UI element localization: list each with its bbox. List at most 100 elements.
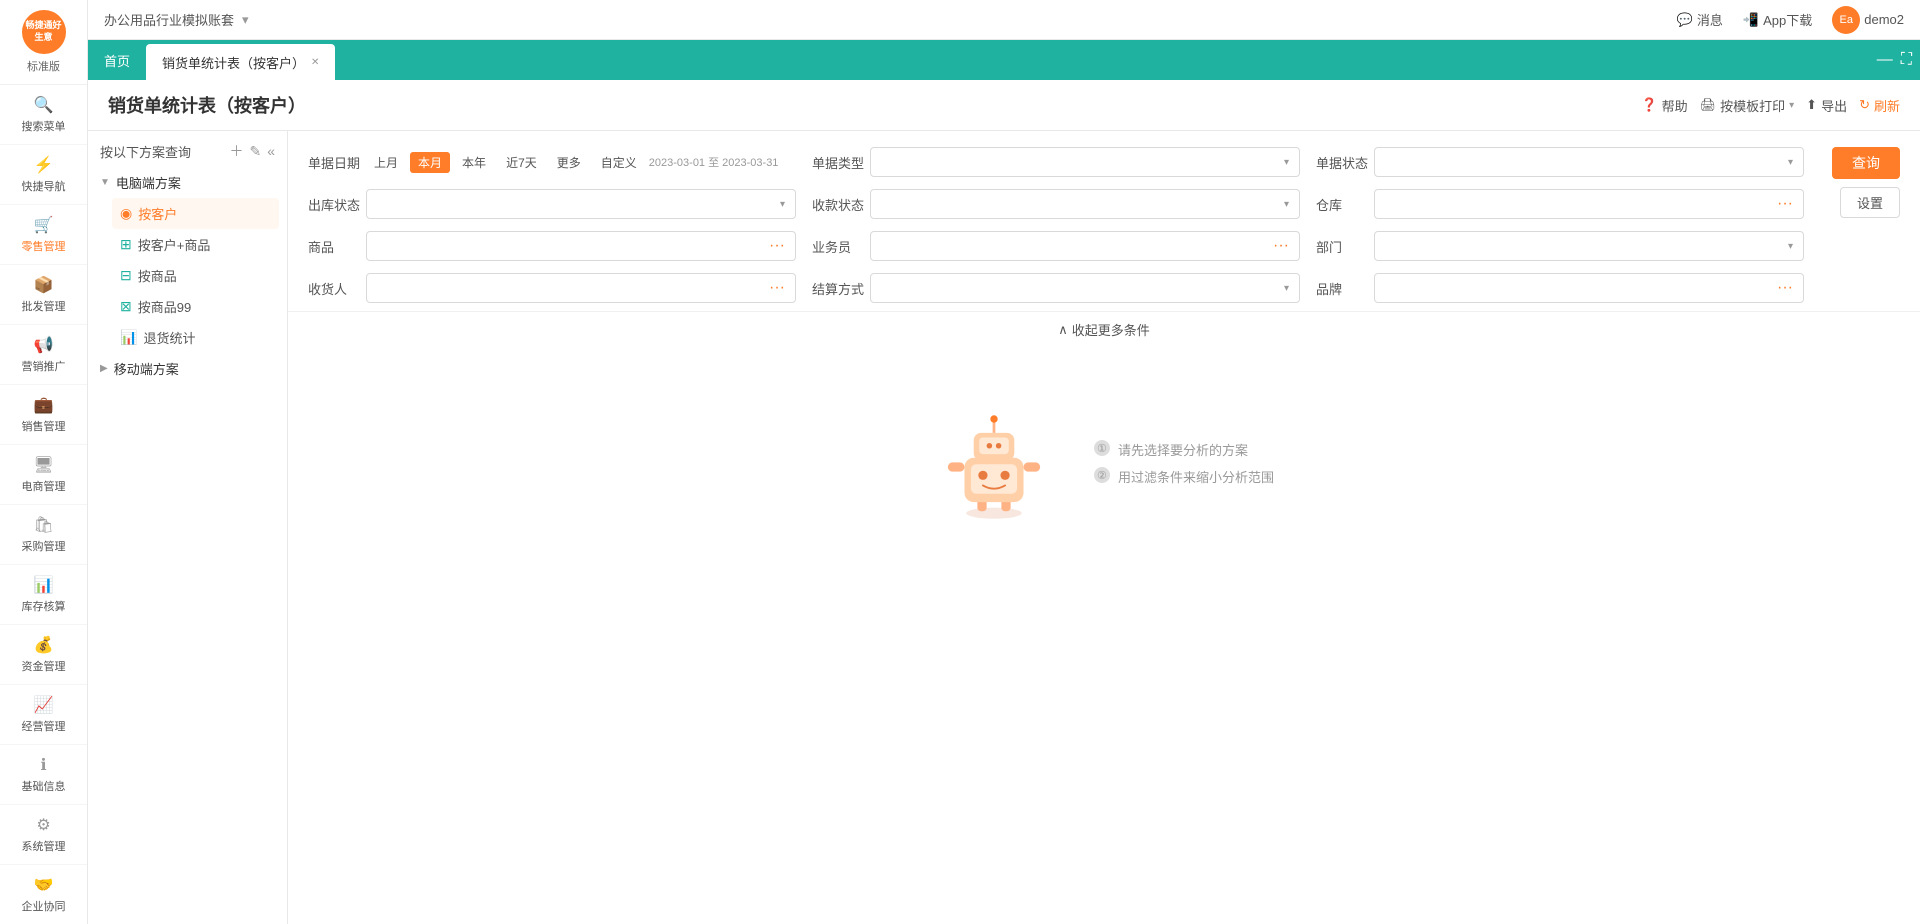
receiver-select[interactable]: ··· (366, 273, 796, 303)
sidebar-item-sales[interactable]: 💼 销售管理 (0, 385, 87, 445)
goods-select[interactable]: ··· (366, 231, 796, 261)
panel-header-title: 按以下方案查询 (100, 142, 191, 161)
tree-parent-mobile[interactable]: ▶ 移动端方案 (96, 353, 279, 384)
dept-select[interactable]: ▾ (1374, 231, 1804, 261)
tree-children-desktop: ◉ 按客户 ⊞ 按客户+商品 ⊟ 按商品 ⊠ 按 (96, 198, 279, 353)
brand-label: 品牌 (1316, 279, 1368, 298)
tree-child-by-goods99[interactable]: ⊠ 按商品99 (112, 291, 279, 322)
topbar-left: 办公用品行业模拟账套 ▾ (104, 10, 249, 29)
date-tab-this-month[interactable]: 本月 (410, 152, 450, 173)
add-scheme-icon[interactable]: ＋ (229, 141, 243, 161)
refresh-btn[interactable]: ↻ 刷新 (1859, 96, 1900, 115)
sidebar-item-marketing[interactable]: 📢 营销推广 (0, 325, 87, 385)
print-icon: 🖨 (1700, 97, 1717, 113)
sidebar-item-inventory-label: 库存核算 (22, 598, 66, 614)
tree-parent-desktop-label: 电脑端方案 (116, 173, 181, 192)
date-tab-custom[interactable]: 自定义 (593, 152, 645, 173)
ops-icon: 📈 (34, 695, 54, 715)
topbar-right: 💬 消息 📲 App下载 Ea demo2 (1677, 6, 1904, 34)
date-tab-7days[interactable]: 近7天 (498, 152, 545, 173)
app-download-btn[interactable]: 📲 App下载 (1743, 10, 1812, 29)
date-tab-more[interactable]: 更多 (549, 152, 589, 173)
settings-button[interactable]: 设置 (1840, 187, 1900, 218)
tree-child-by-customer-goods[interactable]: ⊞ 按客户+商品 (112, 229, 279, 260)
brand-select[interactable]: ··· (1374, 273, 1804, 303)
tab-sales-stats[interactable]: 销货单统计表（按客户） ✕ (146, 44, 335, 80)
user-profile[interactable]: Ea demo2 (1832, 6, 1904, 34)
logo-area: 畅捷通好生意 标准版 (0, 0, 87, 85)
sidebar-menu: 🔍 搜索菜单 ⚡ 快捷导航 🛒 零售管理 📦 批发管理 📢 营销推广 💼 销售管… (0, 85, 87, 924)
doc-type-caret: ▾ (1284, 157, 1289, 168)
filter-cell-staff: 业务员 ··· (812, 231, 1316, 261)
tree-parent-desktop[interactable]: ▼ 电脑端方案 (96, 167, 279, 198)
sidebar-item-coop-label: 企业协同 (22, 898, 66, 914)
staff-ellipsis: ··· (1273, 238, 1289, 254)
dept-caret: ▾ (1788, 241, 1793, 252)
sidebar-item-purchase-label: 采购管理 (22, 538, 66, 554)
payment-select[interactable]: ▾ (870, 273, 1300, 303)
edit-scheme-icon[interactable]: ✎ (249, 143, 261, 160)
tab-close-icon[interactable]: ✕ (311, 57, 319, 68)
collapse-panel-icon[interactable]: « (267, 143, 275, 159)
sidebar-item-purchase[interactable]: 🛍 采购管理 (0, 505, 87, 565)
warehouse-select[interactable]: ··· (1374, 189, 1804, 219)
date-tab-last-month[interactable]: 上月 (366, 152, 406, 173)
tree-child-return-stats[interactable]: 📊 退货统计 (112, 322, 279, 353)
tab-sales-stats-label: 销货单统计表（按客户） (162, 53, 305, 72)
collapse-text: ∧ 收起更多条件 (296, 320, 1912, 339)
marketing-icon: 📢 (34, 335, 54, 355)
tree-child-return-stats-label: 退货统计 (143, 328, 195, 347)
collapse-label: 收起更多条件 (1072, 320, 1150, 339)
sidebar-item-wholesale[interactable]: 📦 批发管理 (0, 265, 87, 325)
staff-label: 业务员 (812, 237, 864, 256)
company-dropdown-icon[interactable]: ▾ (242, 12, 249, 28)
date-tabs: 上月 本月 本年 近7天 更多 自定义 (366, 152, 645, 173)
doc-status-select[interactable]: ▾ (1374, 147, 1804, 177)
sidebar-item-coop[interactable]: 🤝 企业协同 (0, 865, 87, 924)
print-dropdown-icon: ▾ (1789, 100, 1794, 111)
export-btn[interactable]: ⬆ 导出 (1806, 96, 1847, 115)
return-stats-icon: 📊 (120, 329, 137, 346)
sidebar-item-search[interactable]: 🔍 搜索菜单 (0, 85, 87, 145)
window-minimize-icon[interactable]: — (1877, 51, 1893, 69)
tree-child-by-customer-label: 按客户 (138, 204, 177, 223)
page-content: 销货单统计表（按客户） ❓ 帮助 🖨 按模板打印 ▾ ⬆ 导出 ↻ 刷新 (88, 80, 1920, 924)
user-avatar: Ea (1832, 6, 1860, 34)
warehouse-label: 仓库 (1316, 195, 1368, 214)
collapse-icon: ∧ (1058, 322, 1068, 338)
sidebar-item-ecom-label: 电商管理 (22, 478, 66, 494)
sidebar-item-ops[interactable]: 📈 经营管理 (0, 685, 87, 745)
staff-select[interactable]: ··· (870, 231, 1300, 261)
filter-cell-receiver: 收货人 ··· (308, 273, 812, 303)
print-btn[interactable]: 🖨 按模板打印 ▾ (1700, 96, 1795, 115)
tree-child-by-customer[interactable]: ◉ 按客户 (112, 198, 279, 229)
doc-type-select[interactable]: ▾ (870, 147, 1300, 177)
logo-icon: 畅捷通好生意 (22, 10, 66, 54)
receipt-status-select[interactable]: ▾ (870, 189, 1300, 219)
nav-icon: ⚡ (34, 155, 54, 175)
empty-hint-2-text: 用过滤条件来缩小分析范围 (1118, 467, 1274, 486)
collapse-bar[interactable]: ∧ 收起更多条件 (288, 311, 1920, 347)
filter-cell-brand: 品牌 ··· (1316, 273, 1820, 303)
tree-child-by-goods-label: 按商品 (138, 266, 177, 285)
window-maximize-icon[interactable]: ⛶ (1901, 51, 1912, 69)
date-tab-this-year[interactable]: 本年 (454, 152, 494, 173)
sidebar-item-finance[interactable]: 💰 资金管理 (0, 625, 87, 685)
search-icon: 🔍 (34, 95, 54, 115)
tab-home[interactable]: 首页 (88, 40, 146, 80)
sidebar-item-system[interactable]: ⚙ 系统管理 (0, 805, 87, 865)
sidebar-item-basic[interactable]: ℹ 基础信息 (0, 745, 87, 805)
receiver-ellipsis: ··· (769, 280, 785, 296)
sidebar-item-inventory[interactable]: 📊 库存核算 (0, 565, 87, 625)
empty-illustration (934, 407, 1054, 527)
sidebar-item-ecom[interactable]: 🖥 电商管理 (0, 445, 87, 505)
tree-child-by-goods[interactable]: ⊟ 按商品 (112, 260, 279, 291)
help-btn[interactable]: ❓ 帮助 (1641, 96, 1687, 115)
sidebar-item-retail[interactable]: 🛒 零售管理 (0, 205, 87, 265)
empty-hints: ① 请先选择要分析的方案 ② 用过滤条件来缩小分析范围 (1094, 440, 1274, 494)
sidebar-item-nav[interactable]: ⚡ 快捷导航 (0, 145, 87, 205)
doc-type-label: 单据类型 (812, 153, 864, 172)
out-status-select[interactable]: ▾ (366, 189, 796, 219)
message-btn[interactable]: 💬 消息 (1677, 10, 1723, 29)
query-button[interactable]: 查询 (1832, 147, 1900, 179)
